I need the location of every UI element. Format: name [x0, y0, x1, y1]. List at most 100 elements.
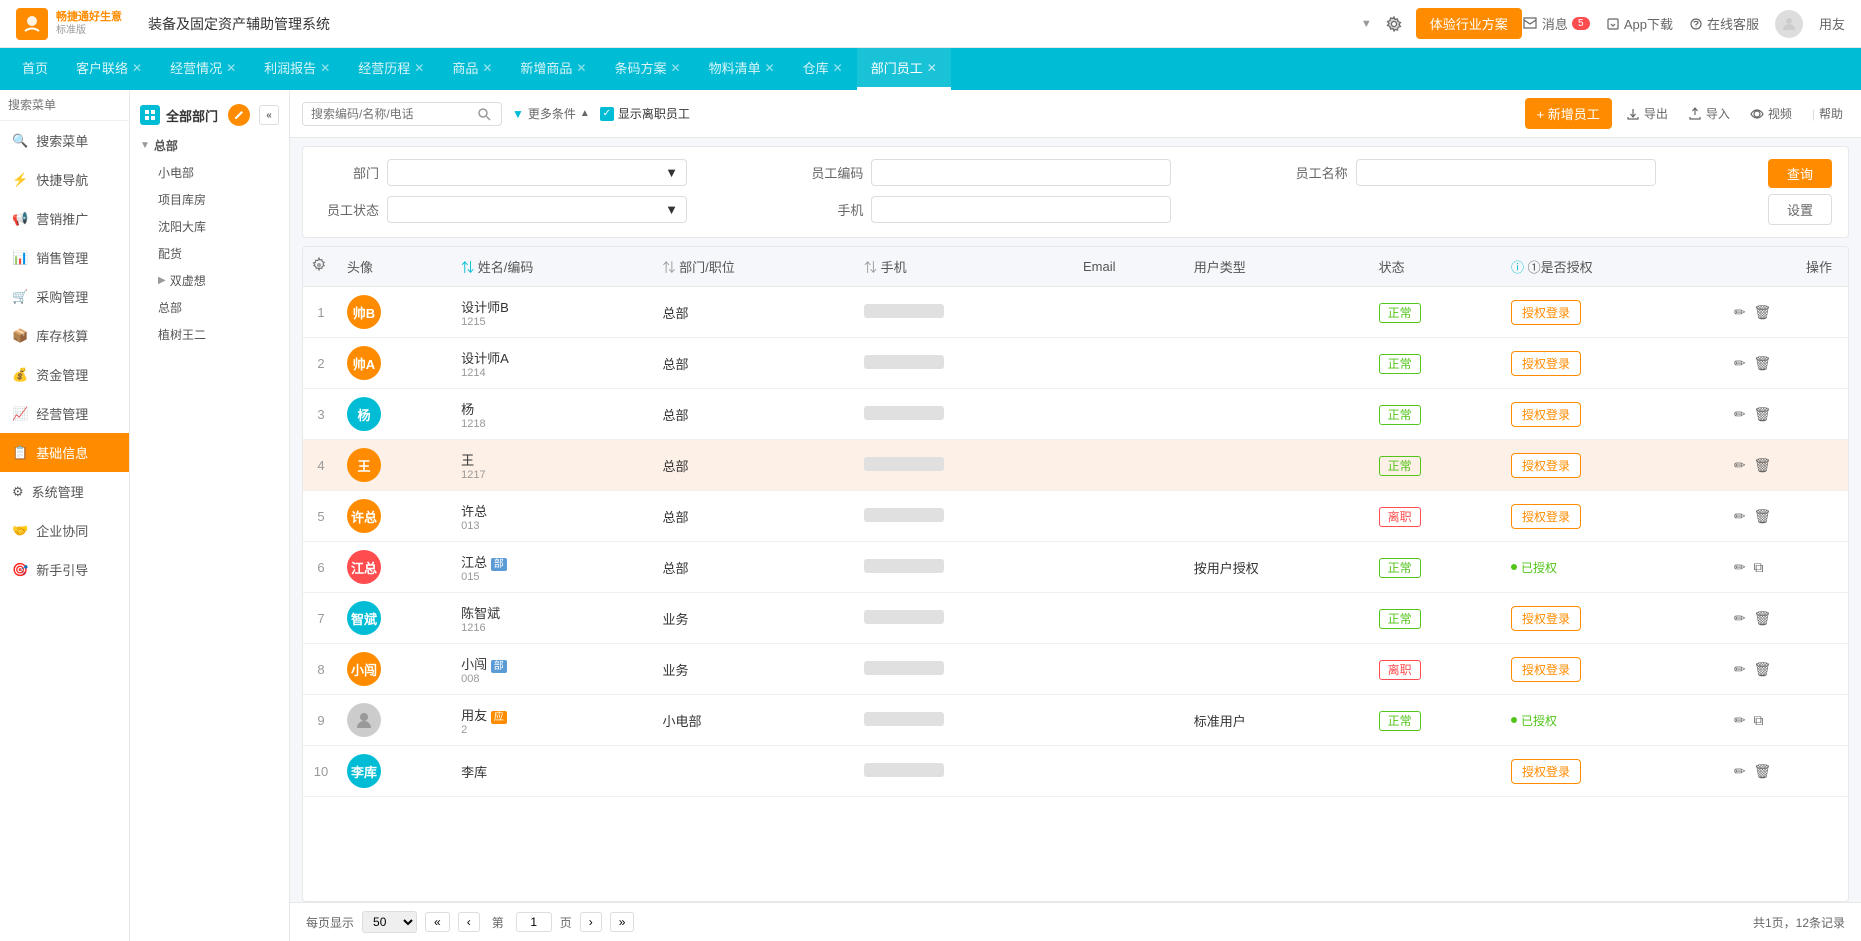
- delete-icon-4[interactable]: 🗑: [1754, 457, 1772, 474]
- sidebar-item-collaboration[interactable]: 🤝 企业协同: [0, 511, 129, 550]
- sidebar-item-purchase[interactable]: 🛒 采购管理: [0, 277, 129, 316]
- tree-node-small-elec[interactable]: 小电部: [130, 159, 289, 186]
- auth-5[interactable]: 授权登录: [1503, 491, 1726, 542]
- tree-node-dual[interactable]: ▶ 双虚想: [130, 267, 289, 294]
- delete-icon-2[interactable]: 🗑: [1754, 355, 1772, 372]
- tab-employees[interactable]: 部门员工 ✕: [857, 48, 951, 90]
- online-support-button[interactable]: 在线客服: [1689, 14, 1759, 33]
- auth-3[interactable]: 授权登录: [1503, 389, 1726, 440]
- system-dropdown-arrow[interactable]: ▼: [1361, 18, 1372, 30]
- settings-button[interactable]: [1380, 10, 1408, 38]
- dept-select[interactable]: ▼: [387, 159, 687, 186]
- tree-node-shenyang[interactable]: 沈阳大库: [130, 213, 289, 240]
- close-customer-tab[interactable]: ✕: [132, 61, 142, 75]
- auth-1[interactable]: 授权登录: [1503, 287, 1726, 338]
- sidebar-item-marketing[interactable]: 📢 营销推广: [0, 199, 129, 238]
- auth-btn-7[interactable]: 授权登录: [1511, 606, 1581, 631]
- delete-icon-7[interactable]: 🗑: [1754, 610, 1772, 627]
- col-name[interactable]: ⇅ 姓名/编码: [453, 247, 654, 287]
- tree-node-general[interactable]: ▼ 总部: [130, 132, 289, 159]
- col-settings[interactable]: [303, 247, 339, 287]
- first-page-button[interactable]: «: [425, 912, 450, 932]
- auth-btn-1[interactable]: 授权登录: [1511, 300, 1581, 325]
- show-resigned-toggle[interactable]: ✓ 显示离职员工: [600, 105, 690, 122]
- emp-name-input[interactable]: [1356, 159, 1656, 186]
- emp-code-input[interactable]: [871, 159, 1171, 186]
- auth-7[interactable]: 授权登录: [1503, 593, 1726, 644]
- close-employees-tab[interactable]: ✕: [927, 61, 937, 75]
- close-barcode-tab[interactable]: ✕: [671, 61, 681, 75]
- sidebar-item-system[interactable]: ⚙ 系统管理: [0, 472, 129, 511]
- auth-4[interactable]: 授权登录: [1503, 440, 1726, 491]
- tab-goods[interactable]: 商品 ✕: [438, 48, 506, 90]
- sidebar-item-management[interactable]: 📈 经营管理: [0, 394, 129, 433]
- auth-10[interactable]: 授权登录: [1503, 746, 1726, 797]
- last-page-button[interactable]: »: [610, 912, 635, 932]
- sidebar-item-guide[interactable]: 🎯 新手引导: [0, 550, 129, 589]
- tab-profit[interactable]: 利润报告 ✕: [250, 48, 344, 90]
- next-page-button[interactable]: ›: [580, 912, 602, 932]
- edit-icon-1[interactable]: ✏: [1734, 304, 1746, 321]
- set-button[interactable]: 设置: [1768, 194, 1832, 225]
- prev-page-button[interactable]: ‹: [458, 912, 480, 932]
- close-bom-tab[interactable]: ✕: [765, 61, 775, 75]
- edit-icon-10[interactable]: ✏: [1734, 763, 1746, 780]
- delete-icon-8[interactable]: 🗑: [1754, 661, 1772, 678]
- view-button[interactable]: 视频: [1744, 101, 1798, 126]
- user-avatar[interactable]: [1775, 10, 1803, 38]
- add-employee-button[interactable]: + 新增员工: [1525, 98, 1612, 129]
- tree-edit-btn[interactable]: [228, 104, 250, 126]
- auth-8[interactable]: 授权登录: [1503, 644, 1726, 695]
- tree-node-hq[interactable]: 总部: [130, 294, 289, 321]
- help-button[interactable]: | 帮助: [1806, 101, 1849, 126]
- edit-icon-8[interactable]: ✏: [1734, 661, 1746, 678]
- copy-icon-9[interactable]: ⧉: [1754, 712, 1764, 729]
- tab-customer[interactable]: 客户联络 ✕: [62, 48, 156, 90]
- close-add-goods-tab[interactable]: ✕: [576, 61, 586, 75]
- tab-history[interactable]: 经营历程 ✕: [344, 48, 438, 90]
- tab-add-goods[interactable]: 新增商品 ✕: [506, 48, 600, 90]
- tree-node-dispatch[interactable]: 配货: [130, 240, 289, 267]
- sidebar-item-quick-nav[interactable]: ⚡ 快捷导航: [0, 160, 129, 199]
- close-goods-tab[interactable]: ✕: [482, 61, 492, 75]
- app-download-button[interactable]: App下载: [1606, 14, 1673, 33]
- page-number-input[interactable]: [516, 912, 552, 932]
- sidebar-item-finance[interactable]: 💰 资金管理: [0, 355, 129, 394]
- auth-btn-3[interactable]: 授权登录: [1511, 402, 1581, 427]
- auth-btn-10[interactable]: 授权登录: [1511, 759, 1581, 784]
- tree-node-planttree[interactable]: 植树王二: [130, 321, 289, 348]
- tree-node-project-room[interactable]: 项目库房: [130, 186, 289, 213]
- sidebar-item-search[interactable]: 🔍 搜索菜单: [0, 121, 129, 160]
- trial-button[interactable]: 体验行业方案: [1416, 8, 1522, 39]
- sidebar-search-input[interactable]: [8, 98, 130, 112]
- close-warehouse-tab[interactable]: ✕: [833, 61, 843, 75]
- edit-icon-2[interactable]: ✏: [1734, 355, 1746, 372]
- tab-operations[interactable]: 经营情况 ✕: [156, 48, 250, 90]
- delete-icon-3[interactable]: 🗑: [1754, 406, 1772, 423]
- phone-input[interactable]: [871, 196, 1171, 223]
- more-filters-button[interactable]: ▼ 更多条件 ▲: [512, 105, 590, 122]
- emp-status-select[interactable]: ▼: [387, 196, 687, 223]
- sidebar-item-basic-info[interactable]: 📋 基础信息: [0, 433, 129, 472]
- search-input[interactable]: [311, 107, 471, 121]
- edit-icon-4[interactable]: ✏: [1734, 457, 1746, 474]
- close-profit-tab[interactable]: ✕: [320, 61, 330, 75]
- tab-barcode[interactable]: 条码方案 ✕: [600, 48, 694, 90]
- delete-icon-1[interactable]: 🗑: [1754, 304, 1772, 321]
- edit-icon-3[interactable]: ✏: [1734, 406, 1746, 423]
- tree-collapse-button[interactable]: «: [259, 105, 279, 125]
- page-size-select[interactable]: 50 100: [362, 911, 417, 933]
- auth-btn-8[interactable]: 授权登录: [1511, 657, 1581, 682]
- delete-icon-10[interactable]: 🗑: [1754, 763, 1772, 780]
- tab-bom[interactable]: 物料清单 ✕: [695, 48, 789, 90]
- edit-icon-5[interactable]: ✏: [1734, 508, 1746, 525]
- query-button[interactable]: 查询: [1768, 159, 1832, 188]
- show-resigned-checkbox[interactable]: ✓: [600, 107, 614, 121]
- copy-icon-6[interactable]: ⧉: [1754, 559, 1764, 576]
- auth-btn-4[interactable]: 授权登录: [1511, 453, 1581, 478]
- sidebar-item-inventory[interactable]: 📦 库存核算: [0, 316, 129, 355]
- delete-icon-5[interactable]: 🗑: [1754, 508, 1772, 525]
- edit-icon-7[interactable]: ✏: [1734, 610, 1746, 627]
- edit-icon-9[interactable]: ✏: [1734, 712, 1746, 729]
- sidebar-item-sales[interactable]: 📊 销售管理: [0, 238, 129, 277]
